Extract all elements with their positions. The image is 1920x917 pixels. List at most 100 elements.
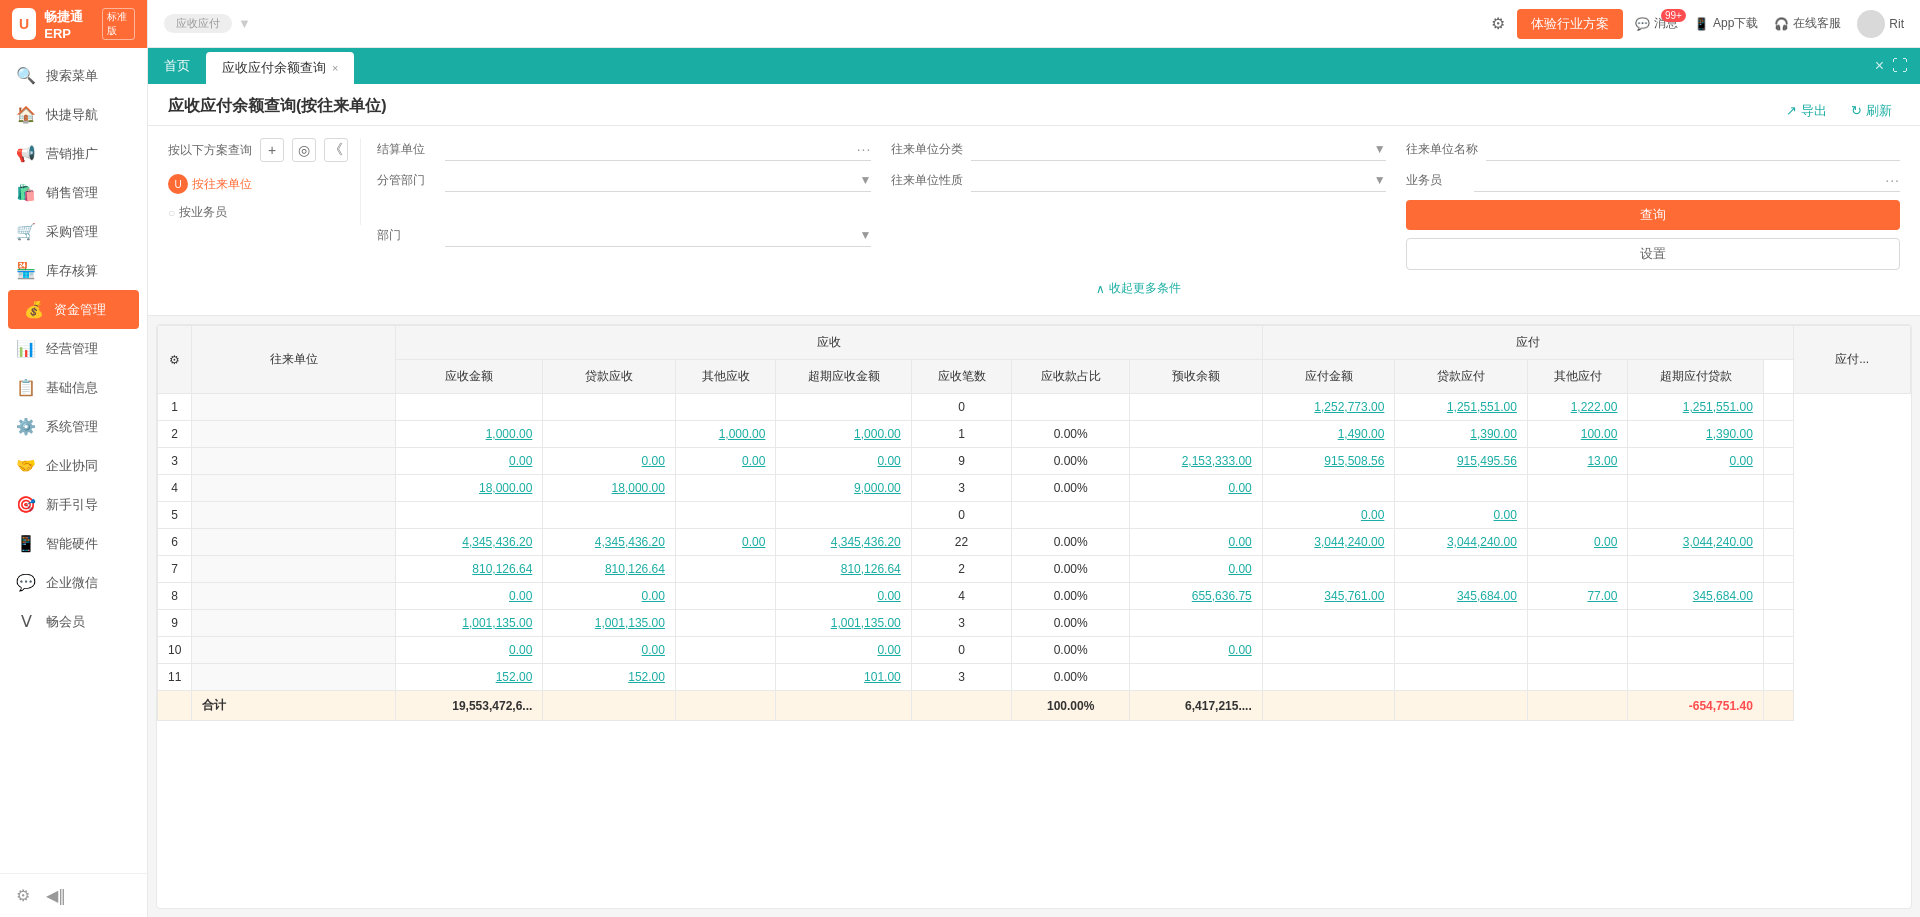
cell-link[interactable]: 0.00 bbox=[642, 643, 665, 657]
export-button[interactable]: ↗ 导出 bbox=[1778, 98, 1835, 124]
cell-link[interactable]: 1,001,135.00 bbox=[831, 616, 901, 630]
cell-link[interactable]: 1,000.00 bbox=[854, 427, 901, 441]
cell-link[interactable]: 3,044,240.00 bbox=[1683, 535, 1753, 549]
sidebar-item-sales[interactable]: 🛍️ 销售管理 bbox=[0, 173, 147, 212]
cell-link[interactable]: 810,126.64 bbox=[841, 562, 901, 576]
cell-link[interactable]: 1,001,135.00 bbox=[462, 616, 532, 630]
promo-button[interactable]: 体验行业方案 bbox=[1517, 9, 1623, 39]
cell-link[interactable]: 915,495.56 bbox=[1457, 454, 1517, 468]
sidebar-item-finance[interactable]: 💰 资金管理 bbox=[8, 290, 139, 329]
cell-link[interactable]: 101.00 bbox=[864, 670, 901, 684]
cell-link[interactable]: 0.00 bbox=[1729, 454, 1752, 468]
sidebar-item-system[interactable]: ⚙️ 系统管理 bbox=[0, 407, 147, 446]
cell-link[interactable]: 0.00 bbox=[1228, 643, 1251, 657]
cell-link[interactable]: 655,636.75 bbox=[1192, 589, 1252, 603]
salesperson-input[interactable] bbox=[1474, 169, 1886, 191]
dept-chevron[interactable]: ▼ bbox=[859, 228, 871, 242]
sidebar-item-hardware[interactable]: 📱 智能硬件 bbox=[0, 524, 147, 563]
refresh-button[interactable]: ↻ 刷新 bbox=[1843, 98, 1900, 124]
cell-link[interactable]: 0.00 bbox=[1228, 562, 1251, 576]
sidebar-item-inventory[interactable]: 🏪 库存核算 bbox=[0, 251, 147, 290]
cell-link[interactable]: 1,490.00 bbox=[1338, 427, 1385, 441]
cell-link[interactable]: 3,044,240.00 bbox=[1447, 535, 1517, 549]
cell-link[interactable]: 810,126.64 bbox=[472, 562, 532, 576]
cell-link[interactable]: 4,345,436.20 bbox=[595, 535, 665, 549]
unit-category-input[interactable] bbox=[971, 138, 1373, 160]
dept-manager-chevron[interactable]: ▼ bbox=[859, 173, 871, 187]
filter-add-btn[interactable]: + bbox=[260, 138, 284, 162]
cell-link[interactable]: 3,044,240.00 bbox=[1314, 535, 1384, 549]
sidebar-item-collab[interactable]: 🤝 企业协同 bbox=[0, 446, 147, 485]
cell-link[interactable]: 0.00 bbox=[742, 535, 765, 549]
salesperson-dots[interactable]: ··· bbox=[1885, 172, 1900, 188]
cell-link[interactable]: 1,251,551.00 bbox=[1447, 400, 1517, 414]
filter-collapse-btn[interactable]: 《 bbox=[324, 138, 348, 162]
settlement-dots[interactable]: ··· bbox=[857, 141, 872, 157]
cell-link[interactable]: 0.00 bbox=[877, 643, 900, 657]
tab-fullscreen-icon[interactable]: ⛶ bbox=[1892, 57, 1908, 75]
sidebar-item-marketing[interactable]: 📢 营销推广 bbox=[0, 134, 147, 173]
scheme-by-unit[interactable]: U 按往来单位 bbox=[168, 174, 348, 194]
tab-window-close-icon[interactable]: × bbox=[1875, 57, 1884, 75]
cell-link[interactable]: 0.00 bbox=[1594, 535, 1617, 549]
unit-category-chevron[interactable]: ▼ bbox=[1374, 142, 1386, 156]
cell-link[interactable]: 345,684.00 bbox=[1693, 589, 1753, 603]
unit-nature-input[interactable] bbox=[971, 169, 1373, 191]
cell-link[interactable]: 77.00 bbox=[1587, 589, 1617, 603]
sidebar-item-operations[interactable]: 📊 经营管理 bbox=[0, 329, 147, 368]
sidebar-item-search[interactable]: 🔍 搜索菜单 bbox=[0, 56, 147, 95]
tab-ar-ap-close[interactable]: × bbox=[332, 62, 338, 74]
cell-link[interactable]: 1,000.00 bbox=[486, 427, 533, 441]
cell-link[interactable]: 1,251,551.00 bbox=[1683, 400, 1753, 414]
cell-link[interactable]: 0.00 bbox=[1228, 535, 1251, 549]
cell-link[interactable]: 0.00 bbox=[509, 643, 532, 657]
cell-link[interactable]: 100.00 bbox=[1581, 427, 1618, 441]
cell-link[interactable]: 18,000.00 bbox=[612, 481, 665, 495]
sidebar-item-basic[interactable]: 📋 基础信息 bbox=[0, 368, 147, 407]
unit-name-input[interactable] bbox=[1486, 138, 1900, 161]
cell-link[interactable]: 1,000.00 bbox=[719, 427, 766, 441]
query-button[interactable]: 查询 bbox=[1406, 200, 1900, 230]
app-download-item[interactable]: 📱 App下载 bbox=[1694, 15, 1758, 32]
sidebar-item-guide[interactable]: 🎯 新手引导 bbox=[0, 485, 147, 524]
unit-nature-chevron[interactable]: ▼ bbox=[1374, 173, 1386, 187]
online-service-item[interactable]: 🎧 在线客服 bbox=[1774, 15, 1841, 32]
sidebar-settings-icon[interactable]: ⚙ bbox=[16, 886, 30, 905]
cell-link[interactable]: 0.00 bbox=[742, 454, 765, 468]
cell-link[interactable]: 345,761.00 bbox=[1324, 589, 1384, 603]
header-settings-icon[interactable]: ⚙ bbox=[1491, 14, 1505, 33]
cell-link[interactable]: 0.00 bbox=[509, 589, 532, 603]
filter-settings-btn[interactable]: ◎ bbox=[292, 138, 316, 162]
cell-link[interactable]: 0.00 bbox=[642, 589, 665, 603]
settlement-input[interactable] bbox=[445, 138, 857, 160]
cell-link[interactable]: 0.00 bbox=[642, 454, 665, 468]
notification-item[interactable]: 💬 消息 99+ bbox=[1635, 15, 1678, 32]
cell-link[interactable]: 152.00 bbox=[628, 670, 665, 684]
cell-link[interactable]: 0.00 bbox=[1494, 508, 1517, 522]
sidebar-item-shortcut[interactable]: 🏠 快捷导航 bbox=[0, 95, 147, 134]
cell-link[interactable]: 4,345,436.20 bbox=[462, 535, 532, 549]
collapse-more-btn[interactable]: ∧ 收起更多条件 bbox=[377, 274, 1900, 303]
sidebar-item-wechat[interactable]: 💬 企业微信 bbox=[0, 563, 147, 602]
cell-link[interactable]: 0.00 bbox=[1228, 481, 1251, 495]
sidebar-item-member[interactable]: Ⅴ 畅会员 bbox=[0, 602, 147, 641]
cell-link[interactable]: 1,252,773.00 bbox=[1314, 400, 1384, 414]
cell-link[interactable]: 345,684.00 bbox=[1457, 589, 1517, 603]
user-info[interactable]: Rit bbox=[1857, 10, 1904, 38]
cell-link[interactable]: 0.00 bbox=[877, 589, 900, 603]
cell-link[interactable]: 152.00 bbox=[496, 670, 533, 684]
tab-ar-ap[interactable]: 应收应付余额查询 × bbox=[206, 52, 354, 84]
cell-link[interactable]: 1,001,135.00 bbox=[595, 616, 665, 630]
cell-link[interactable]: 18,000.00 bbox=[479, 481, 532, 495]
cell-link[interactable]: 0.00 bbox=[877, 454, 900, 468]
cell-link[interactable]: 0.00 bbox=[509, 454, 532, 468]
cell-link[interactable]: 13.00 bbox=[1587, 454, 1617, 468]
dept-manager-input[interactable] bbox=[445, 169, 859, 191]
cell-link[interactable]: 1,390.00 bbox=[1706, 427, 1753, 441]
cell-link[interactable]: 9,000.00 bbox=[854, 481, 901, 495]
cell-link[interactable]: 1,222.00 bbox=[1571, 400, 1618, 414]
sidebar-item-purchase[interactable]: 🛒 采购管理 bbox=[0, 212, 147, 251]
cell-link[interactable]: 1,390.00 bbox=[1470, 427, 1517, 441]
cell-link[interactable]: 2,153,333.00 bbox=[1182, 454, 1252, 468]
dept-input[interactable] bbox=[445, 224, 859, 246]
